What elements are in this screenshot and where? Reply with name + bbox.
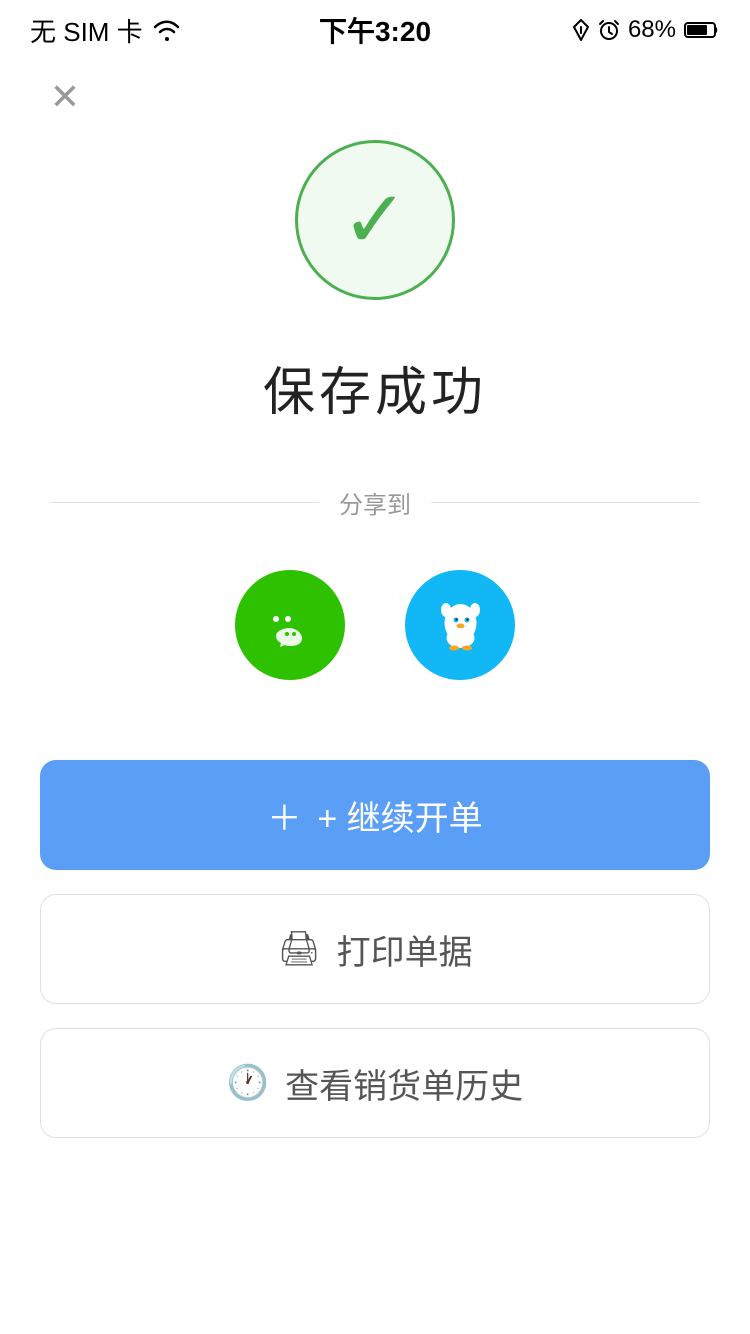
status-time: 下午3:20 bbox=[319, 10, 431, 50]
alarm-icon bbox=[598, 19, 620, 41]
battery-percent: 68% bbox=[628, 16, 676, 44]
share-divider: 分享到 bbox=[0, 485, 750, 520]
share-label: 分享到 bbox=[319, 485, 431, 520]
close-icon: ✕ bbox=[50, 79, 80, 115]
action-buttons: ＋ + 继续开单 🖨 打印单据 🕐 查看销货单历史 bbox=[0, 760, 750, 1138]
plus-icon: ＋ bbox=[267, 791, 301, 840]
wifi-icon bbox=[153, 19, 181, 41]
clock-icon: 🕐 bbox=[227, 1063, 269, 1103]
qq-share-button[interactable] bbox=[405, 570, 515, 680]
history-label: 查看销货单历史 bbox=[285, 1059, 523, 1108]
success-indicator: ✓ bbox=[295, 140, 455, 300]
status-right: 68% bbox=[572, 16, 720, 44]
location-icon bbox=[572, 19, 590, 41]
divider-line-left bbox=[50, 502, 319, 503]
sim-status: 无 SIM 卡 bbox=[30, 12, 143, 49]
history-button[interactable]: 🕐 查看销货单历史 bbox=[40, 1028, 710, 1138]
print-button[interactable]: 🖨 打印单据 bbox=[40, 894, 710, 1004]
print-label: 打印单据 bbox=[337, 925, 473, 974]
divider-line-right bbox=[431, 502, 700, 503]
qq-logo bbox=[433, 595, 488, 655]
battery-icon bbox=[684, 21, 720, 39]
continue-label: + 继续开单 bbox=[317, 791, 482, 840]
status-bar: 无 SIM 卡 下午3:20 68% bbox=[0, 0, 750, 60]
status-left: 无 SIM 卡 bbox=[30, 12, 181, 49]
wechat-share-button[interactable] bbox=[235, 570, 345, 680]
checkmark-icon: ✓ bbox=[341, 180, 408, 260]
wechat-logo bbox=[258, 598, 323, 653]
print-icon: 🖨 bbox=[277, 929, 320, 969]
share-icons-container bbox=[235, 570, 515, 680]
success-title: 保存成功 bbox=[263, 350, 487, 425]
close-button[interactable]: ✕ bbox=[40, 72, 90, 122]
continue-button[interactable]: ＋ + 继续开单 bbox=[40, 760, 710, 870]
main-content: ✓ 保存成功 分享到 bbox=[0, 60, 750, 1138]
